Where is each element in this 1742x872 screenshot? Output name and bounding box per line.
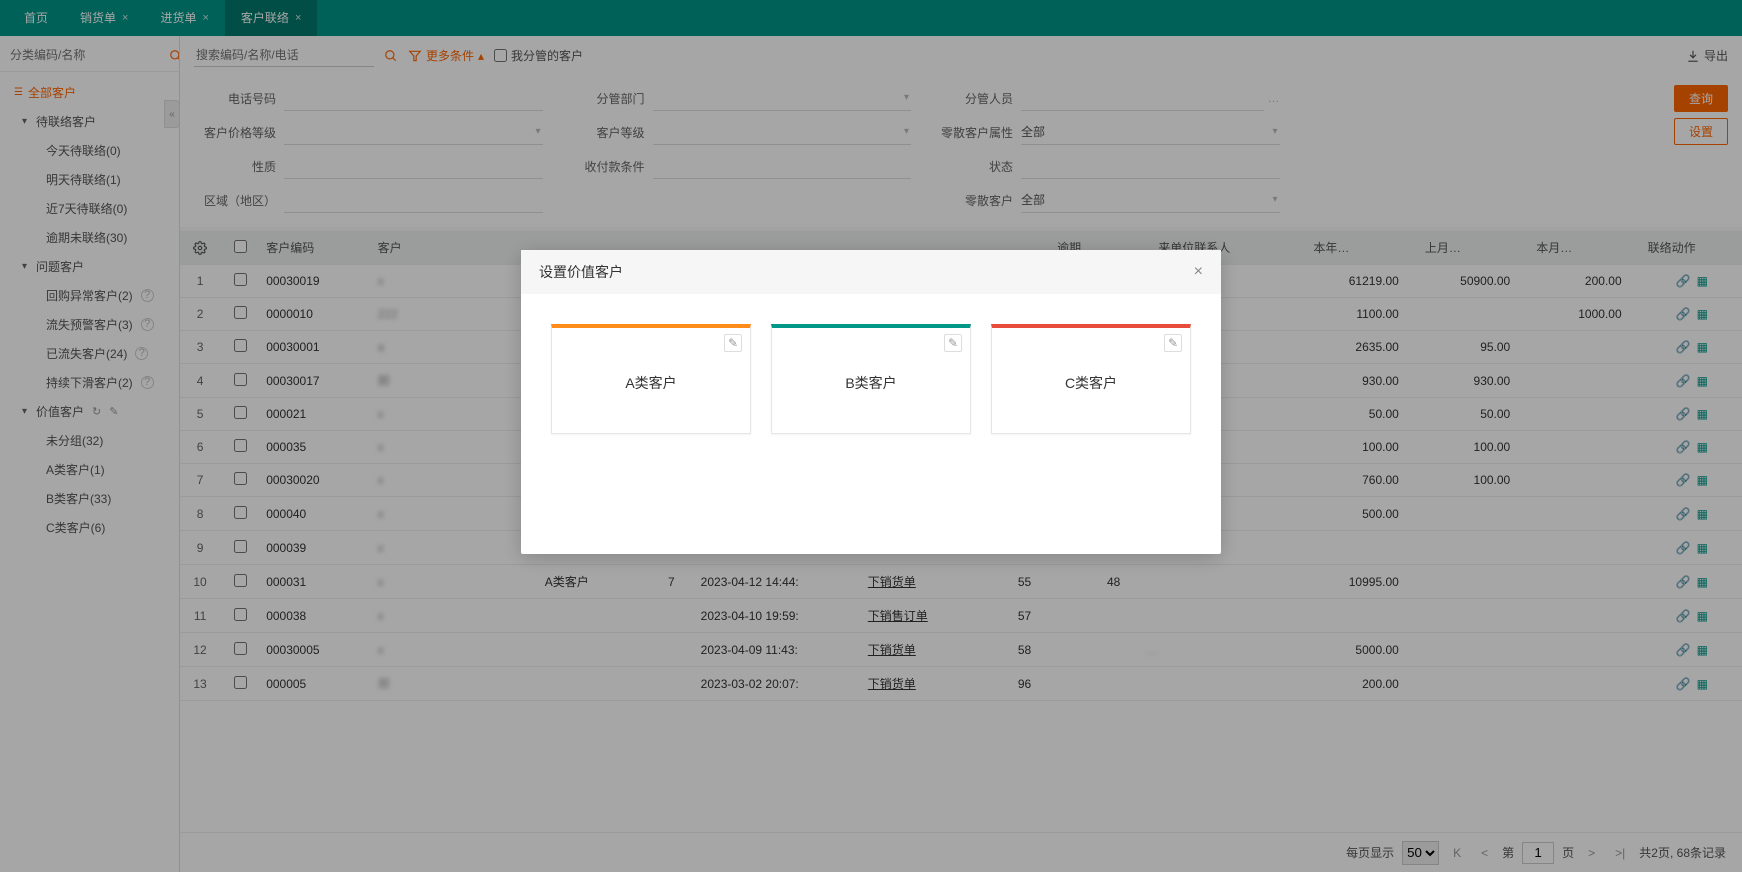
card-a-customers[interactable]: ✎ A类客户	[551, 324, 751, 434]
edit-icon[interactable]: ✎	[944, 334, 962, 352]
card-c-customers[interactable]: ✎ C类客户	[991, 324, 1191, 434]
edit-icon[interactable]: ✎	[1164, 334, 1182, 352]
close-icon[interactable]: ×	[1194, 263, 1203, 281]
edit-icon[interactable]: ✎	[724, 334, 742, 352]
modal-title: 设置价值客户	[539, 262, 623, 282]
modal-set-value-customers: 设置价值客户 × ✎ A类客户 ✎ B类客户 ✎ C类客户	[521, 250, 1221, 554]
card-b-customers[interactable]: ✎ B类客户	[771, 324, 971, 434]
modal-overlay[interactable]: 设置价值客户 × ✎ A类客户 ✎ B类客户 ✎ C类客户	[0, 0, 1742, 872]
